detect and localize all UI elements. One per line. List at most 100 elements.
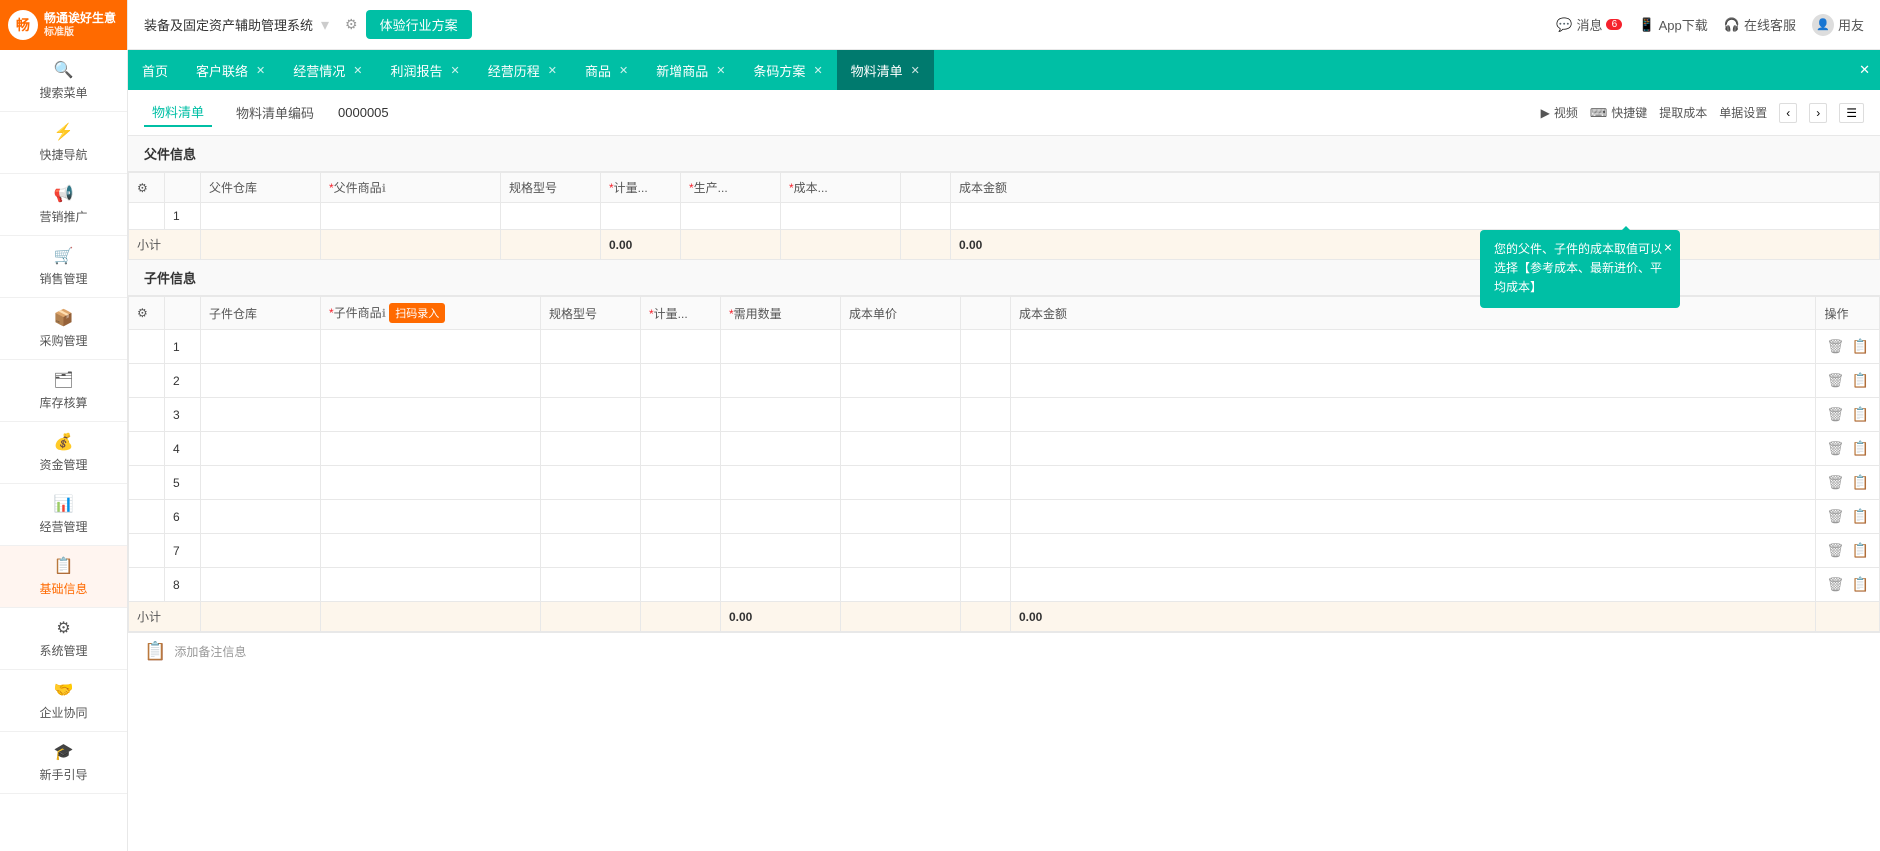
nav-tab-新增商品[interactable]: 新增商品✕	[642, 50, 739, 90]
child-row-warehouse[interactable]	[201, 534, 321, 568]
child-row-unit[interactable]	[641, 534, 721, 568]
child-row-unit-cost[interactable]	[841, 432, 961, 466]
message-button[interactable]: 💬 消息 6	[1556, 15, 1622, 34]
sidebar-item-企业协同[interactable]: 🤝企业协同	[0, 670, 127, 732]
shortcut-button[interactable]: ⌨ 快捷键	[1590, 104, 1647, 121]
child-row-warehouse[interactable]	[201, 500, 321, 534]
sidebar-item-系统管理[interactable]: ⚙系统管理	[0, 608, 127, 670]
child-row-unit[interactable]	[641, 466, 721, 500]
child-row-spec[interactable]	[541, 432, 641, 466]
child-row-quantity[interactable]	[721, 330, 841, 364]
copy-row-button[interactable]: 📋	[1850, 506, 1871, 527]
tab-close-icon[interactable]: ✕	[911, 64, 920, 77]
sidebar-item-搜索菜单[interactable]: 🔍搜索菜单	[0, 50, 127, 112]
sidebar-item-新手引导[interactable]: 🎓新手引导	[0, 732, 127, 794]
delete-row-button[interactable]: 🗑	[1824, 540, 1846, 561]
child-row-quantity[interactable]	[721, 534, 841, 568]
child-row-spec[interactable]	[541, 500, 641, 534]
parent-row-warehouse[interactable]	[201, 203, 321, 230]
child-row-quantity[interactable]	[721, 568, 841, 602]
copy-row-button[interactable]: 📋	[1850, 370, 1871, 391]
topbar-dropdown-icon[interactable]: ▾	[321, 15, 329, 35]
extract-cost-button[interactable]: 提取成本	[1659, 104, 1707, 121]
child-row-spec[interactable]	[541, 466, 641, 500]
tooltip-close-button[interactable]: ×	[1664, 236, 1672, 258]
child-row-unit[interactable]	[641, 398, 721, 432]
child-row-unit[interactable]	[641, 330, 721, 364]
child-row-goods[interactable]	[321, 364, 541, 398]
sidebar-item-库存核算[interactable]: 🗂库存核算	[0, 360, 127, 422]
nav-tab-物料清单[interactable]: 物料清单✕	[837, 50, 934, 90]
copy-row-button[interactable]: 📋	[1850, 404, 1871, 425]
sidebar-item-资金管理[interactable]: 💰资金管理	[0, 422, 127, 484]
nav-tab-经营历程[interactable]: 经营历程✕	[474, 50, 571, 90]
child-row-quantity[interactable]	[721, 500, 841, 534]
tab-close-icon[interactable]: ✕	[619, 64, 628, 77]
child-row-unit-cost[interactable]	[841, 330, 961, 364]
tab-bill-list[interactable]: 物料清单	[144, 98, 212, 127]
tab-close-icon[interactable]: ✕	[256, 64, 265, 77]
child-row-warehouse[interactable]	[201, 364, 321, 398]
child-row-goods[interactable]	[321, 568, 541, 602]
delete-row-button[interactable]: 🗑	[1824, 472, 1846, 493]
tab-close-icon[interactable]: ✕	[353, 64, 362, 77]
nav-tab-经营情况[interactable]: 经营情况✕	[279, 50, 376, 90]
sidebar-item-营销推广[interactable]: 📢营销推广	[0, 174, 127, 236]
sidebar-item-快捷导航[interactable]: ⚡快捷导航	[0, 112, 127, 174]
child-row-quantity[interactable]	[721, 364, 841, 398]
child-row-unit-cost[interactable]	[841, 568, 961, 602]
close-all-tabs-button[interactable]: ✕	[1849, 50, 1880, 90]
next-record-button[interactable]: ›	[1809, 103, 1827, 123]
child-row-warehouse[interactable]	[201, 330, 321, 364]
child-row-warehouse[interactable]	[201, 432, 321, 466]
child-row-goods[interactable]	[321, 330, 541, 364]
tab-close-icon[interactable]: ✕	[548, 64, 557, 77]
child-row-goods[interactable]	[321, 466, 541, 500]
child-row-unit[interactable]	[641, 364, 721, 398]
child-row-unit-cost[interactable]	[841, 500, 961, 534]
prev-record-button[interactable]: ‹	[1779, 103, 1797, 123]
copy-row-button[interactable]: 📋	[1850, 540, 1871, 561]
tab-close-icon[interactable]: ✕	[451, 64, 460, 77]
user-button[interactable]: 👤 用友	[1812, 14, 1864, 36]
child-row-quantity[interactable]	[721, 432, 841, 466]
sidebar-item-采购管理[interactable]: 📦采购管理	[0, 298, 127, 360]
child-row-spec[interactable]	[541, 568, 641, 602]
nav-tab-客户联络[interactable]: 客户联络✕	[182, 50, 279, 90]
child-row-warehouse[interactable]	[201, 568, 321, 602]
child-row-unit-cost[interactable]	[841, 466, 961, 500]
online-service-button[interactable]: 🎧 在线客服	[1724, 15, 1796, 34]
delete-row-button[interactable]: 🗑	[1824, 404, 1846, 425]
child-row-spec[interactable]	[541, 534, 641, 568]
child-row-unit[interactable]	[641, 432, 721, 466]
scan-input-button[interactable]: 扫码录入	[389, 303, 445, 323]
parent-row-unit[interactable]	[601, 203, 681, 230]
delete-row-button[interactable]: 🗑	[1824, 438, 1846, 459]
nav-tab-利润报告[interactable]: 利润报告✕	[376, 50, 473, 90]
delete-row-button[interactable]: 🗑	[1824, 370, 1846, 391]
tab-bill-code[interactable]: 物料清单编码	[228, 99, 322, 126]
child-row-goods[interactable]	[321, 534, 541, 568]
child-row-goods[interactable]	[321, 432, 541, 466]
child-row-quantity[interactable]	[721, 398, 841, 432]
delete-row-button[interactable]: 🗑	[1824, 574, 1846, 595]
child-row-spec[interactable]	[541, 398, 641, 432]
single-settings-button[interactable]: 单据设置	[1719, 104, 1767, 121]
child-row-unit[interactable]	[641, 568, 721, 602]
nav-tab-商品[interactable]: 商品✕	[571, 50, 642, 90]
copy-row-button[interactable]: 📋	[1850, 574, 1871, 595]
child-row-goods[interactable]	[321, 500, 541, 534]
delete-row-button[interactable]: 🗑	[1824, 506, 1846, 527]
child-row-goods[interactable]	[321, 398, 541, 432]
delete-row-button[interactable]: 🗑	[1824, 336, 1846, 357]
sidebar-item-销售管理[interactable]: 🛒销售管理	[0, 236, 127, 298]
parent-row-goods[interactable]	[321, 203, 501, 230]
nav-tab-条码方案[interactable]: 条码方案✕	[739, 50, 836, 90]
app-download-button[interactable]: 📱 App下载	[1638, 15, 1707, 34]
child-row-unit-cost[interactable]	[841, 398, 961, 432]
copy-row-button[interactable]: 📋	[1850, 438, 1871, 459]
menu-button[interactable]: ☰	[1839, 103, 1864, 123]
view-video-button[interactable]: ▶ 视频	[1541, 104, 1578, 121]
child-row-spec[interactable]	[541, 330, 641, 364]
trial-button[interactable]: 体验行业方案	[366, 10, 472, 39]
